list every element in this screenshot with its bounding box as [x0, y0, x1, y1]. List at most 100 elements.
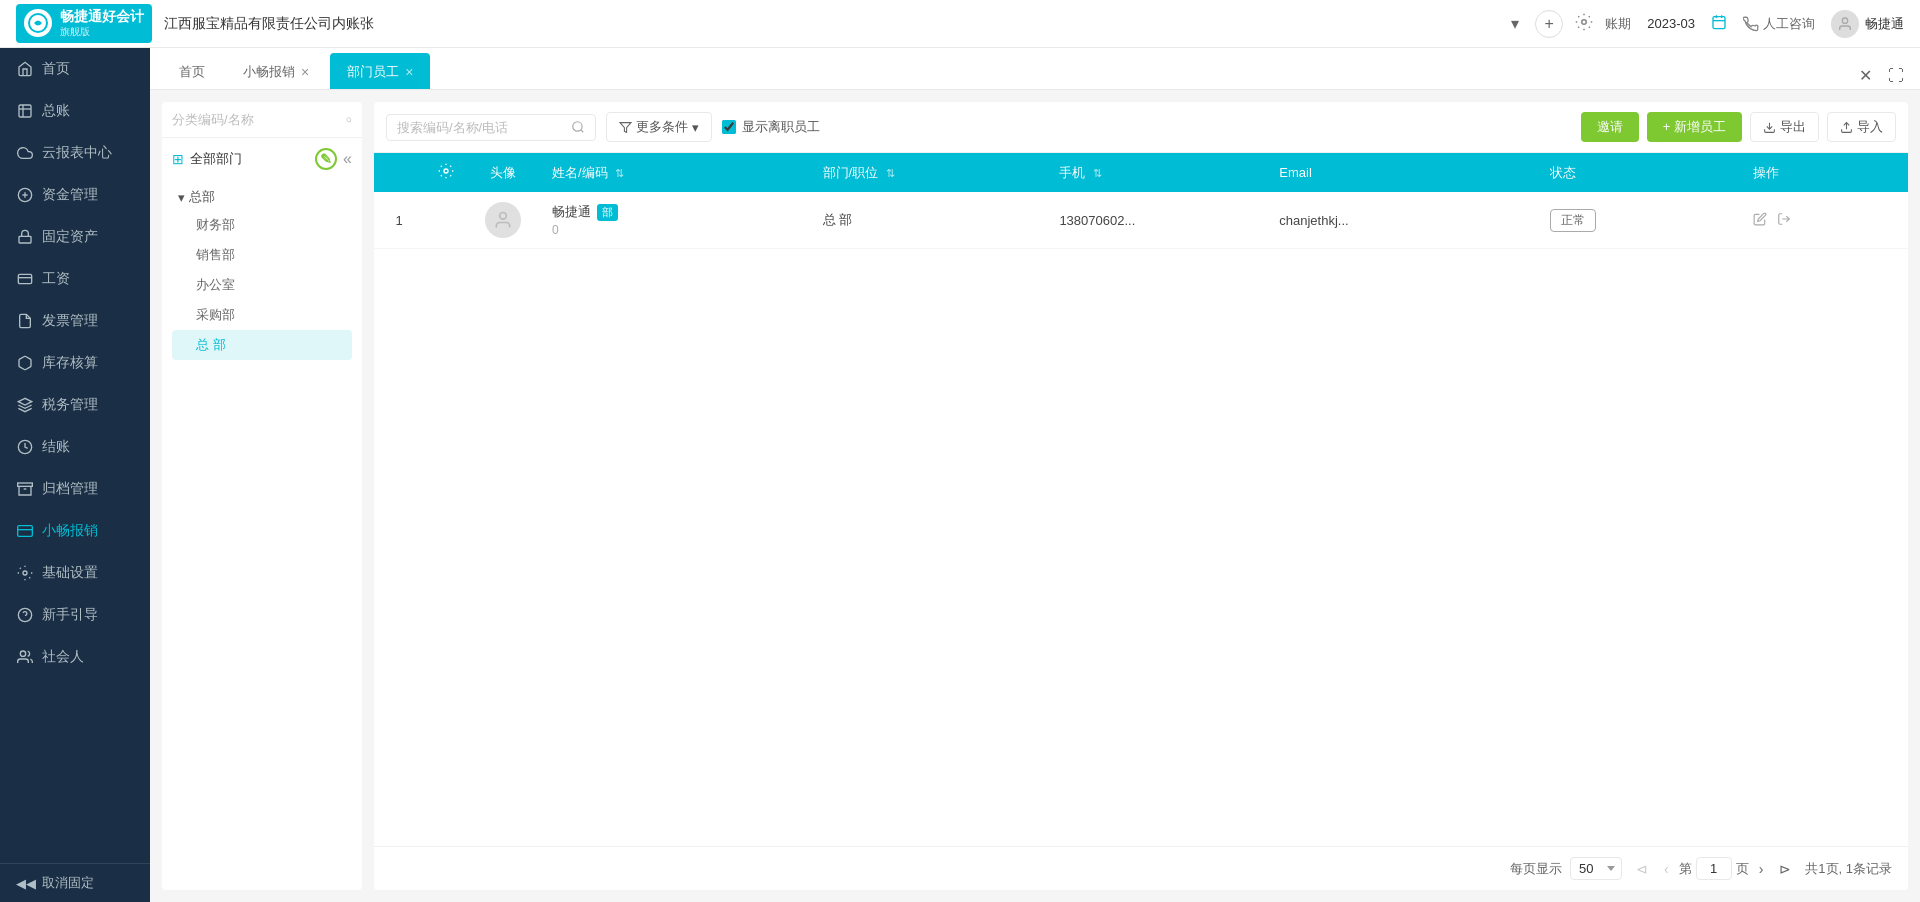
sidebar-item-settings[interactable]: 基础设置 [0, 552, 150, 594]
sidebar-item-ledger[interactable]: 总账 [0, 90, 150, 132]
dept-group-name[interactable]: ▾ 总部 [172, 184, 352, 210]
sidebar-item-label-fund: 资金管理 [42, 186, 98, 204]
sidebar-item-tax[interactable]: 税务管理 [0, 384, 150, 426]
dept-item-sales[interactable]: 销售部 [172, 240, 352, 270]
sidebar-item-label-asset: 固定资产 [42, 228, 98, 246]
svg-rect-2 [1713, 16, 1725, 28]
col-action: 操作 [1739, 153, 1908, 192]
next-page-button[interactable]: › [1753, 859, 1770, 879]
dept-panel: ⊞ 全部部门 ✎ « ▾ 总部 财务部 销售部 办公室 采购部 [162, 102, 362, 890]
add-employee-button[interactable]: + 新增员工 [1647, 112, 1742, 142]
expand-button[interactable]: ⛶ [1884, 63, 1908, 89]
sidebar-item-label-ledger: 总账 [42, 102, 70, 120]
sidebar-item-checkout[interactable]: 结账 [0, 426, 150, 468]
filter-button[interactable]: 更多条件 ▾ [606, 112, 712, 142]
dept-tree: ▾ 总部 财务部 销售部 办公室 采购部 总 部 [162, 176, 362, 890]
guide-icon [16, 606, 34, 624]
first-page-button[interactable]: ⊲ [1630, 859, 1654, 879]
expense-icon [16, 522, 34, 540]
sidebar-item-fund[interactable]: 资金管理 [0, 174, 150, 216]
svg-point-32 [444, 169, 448, 173]
tab-close-button[interactable]: × [301, 65, 309, 79]
sidebar-item-asset[interactable]: 固定资产 [0, 216, 150, 258]
add-company-button[interactable]: + [1535, 10, 1563, 38]
import-button[interactable]: 导入 [1827, 112, 1896, 142]
cell-phone: 138070602... [1045, 192, 1265, 249]
page-input[interactable] [1696, 857, 1732, 880]
dept-search-area [162, 102, 362, 138]
svg-point-6 [1842, 18, 1847, 23]
checkout-icon [16, 438, 34, 456]
invoice-icon [16, 312, 34, 330]
emp-table-wrap: 头像 姓名/编码 ⇅ 部门/职位 ⇅ 手机 ⇅ Emai [374, 153, 1908, 846]
tax-icon [16, 396, 34, 414]
sidebar-item-archive[interactable]: 归档管理 [0, 468, 150, 510]
sidebar-item-label-checkout: 结账 [42, 438, 70, 456]
tab-小畅报销[interactable]: 小畅报销× [226, 53, 326, 89]
emp-search-input[interactable] [397, 120, 565, 135]
logo-area[interactable]: 畅捷通好会计 旗舰版 [16, 4, 152, 43]
per-page-select[interactable]: 50 10 20 100 [1570, 857, 1622, 880]
period-label: 账期 [1605, 15, 1631, 33]
sidebar-item-label-inventory: 库存核算 [42, 354, 98, 372]
dept-item-office[interactable]: 办公室 [172, 270, 352, 300]
tab-部门员工[interactable]: 部门员工× [330, 53, 430, 89]
page-suffix: 页 [1736, 860, 1749, 878]
pin-button[interactable]: ◀◀ 取消固定 [0, 863, 150, 902]
dept-item-general[interactable]: 总 部 [172, 330, 352, 360]
app-name: 畅捷通好会计 [60, 8, 144, 25]
col-settings[interactable] [424, 153, 468, 192]
svg-rect-14 [18, 274, 31, 283]
col-phone[interactable]: 手机 ⇅ [1045, 153, 1265, 192]
sidebar-item-label-archive: 归档管理 [42, 480, 98, 498]
archive-icon [16, 480, 34, 498]
show-resigned-checkbox-label[interactable]: 显示离职员工 [722, 118, 820, 136]
company-dropdown-icon[interactable]: ▾ [1507, 10, 1523, 37]
show-resigned-checkbox[interactable] [722, 120, 736, 134]
sidebar-item-inventory[interactable]: 库存核算 [0, 342, 150, 384]
page-prefix: 第 [1679, 860, 1692, 878]
emp-toolbar: 更多条件 ▾ 显示离职员工 邀请 + 新增员工 [374, 102, 1908, 153]
filter-label: 更多条件 [636, 118, 688, 136]
sidebar-item-expense[interactable]: 小畅报销 [0, 510, 150, 552]
page-nav: ⊲ ‹ 第 页 › ⊳ [1630, 857, 1797, 880]
col-email: Email [1265, 153, 1536, 192]
export-button[interactable]: 导出 [1750, 112, 1819, 142]
emp-table: 头像 姓名/编码 ⇅ 部门/职位 ⇅ 手机 ⇅ Emai [374, 153, 1908, 249]
sidebar-item-salary[interactable]: 工资 [0, 258, 150, 300]
filter-icon [619, 121, 632, 134]
pin-label: 取消固定 [42, 874, 94, 892]
user-area[interactable]: 畅捷通 [1831, 10, 1904, 38]
sidebar-item-invoice[interactable]: 发票管理 [0, 300, 150, 342]
last-page-button[interactable]: ⊳ [1773, 859, 1797, 879]
disable-button[interactable] [1777, 212, 1791, 229]
col-name-code[interactable]: 姓名/编码 ⇅ [538, 153, 809, 192]
service-button[interactable]: 人工咨询 [1743, 15, 1815, 33]
dept-collapse-button[interactable]: « [343, 150, 352, 168]
settings-icon [16, 564, 34, 582]
content-area: 首页小畅报销×部门员工× ✕ ⛶ ⊞ 全部部门 ✎ [150, 48, 1920, 902]
dept-search-input[interactable] [172, 112, 340, 127]
svg-point-1 [1582, 19, 1587, 24]
dept-group-root: ▾ 总部 财务部 销售部 办公室 采购部 总 部 [162, 180, 362, 364]
sidebar-item-home[interactable]: 首页 [0, 48, 150, 90]
calendar-icon[interactable] [1711, 14, 1727, 34]
home-icon [16, 60, 34, 78]
edit-button[interactable] [1753, 212, 1767, 229]
close-all-tabs-button[interactable]: ✕ [1855, 62, 1876, 89]
invite-button[interactable]: 邀请 [1581, 112, 1639, 142]
tab-首页[interactable]: 首页 [162, 53, 222, 89]
user-avatar-icon [1831, 10, 1859, 38]
sidebar-item-more[interactable]: 社会人 [0, 636, 150, 678]
sidebar-item-guide[interactable]: 新手引导 [0, 594, 150, 636]
dept-item-purchase[interactable]: 采购部 [172, 300, 352, 330]
prev-page-button[interactable]: ‹ [1658, 859, 1675, 879]
dept-header: ⊞ 全部部门 ✎ « [162, 138, 362, 176]
dept-item-finance[interactable]: 财务部 [172, 210, 352, 240]
settings-icon[interactable] [1575, 13, 1593, 35]
cell-index: 1 [374, 192, 424, 249]
dept-edit-button[interactable]: ✎ [315, 148, 337, 170]
tab-close-button[interactable]: × [405, 65, 413, 79]
col-dept-position[interactable]: 部门/职位 ⇅ [809, 153, 1046, 192]
sidebar-item-reports[interactable]: 云报表中心 [0, 132, 150, 174]
